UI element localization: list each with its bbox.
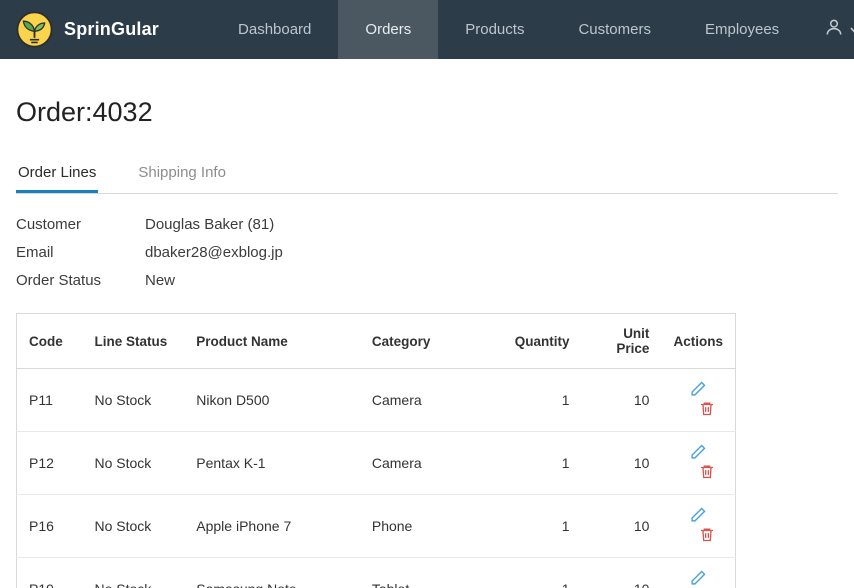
cell-line-status: No Stock — [82, 431, 185, 495]
order-status-label: Order Status — [16, 272, 102, 289]
cell-unit-price: 10 — [581, 494, 662, 558]
order-lines-table: Code Line Status Product Name Category Q… — [16, 313, 736, 588]
header-category: Category — [359, 313, 500, 369]
header-code: Code — [16, 313, 83, 369]
navbar: SprinGular Dashboard Orders Products Cus… — [0, 0, 854, 59]
cell-category: Camera — [359, 368, 500, 432]
edit-icon — [690, 443, 707, 463]
cell-quantity: 1 — [499, 431, 582, 495]
page-title: Order:4032 — [16, 97, 153, 127]
header-unit-price: Unit Price — [581, 313, 662, 369]
header-quantity: Quantity — [499, 313, 582, 369]
logo-icon — [16, 11, 53, 48]
cell-unit-price: 10 — [581, 431, 662, 495]
header-line-status: Line Status — [82, 313, 185, 369]
edit-button[interactable] — [690, 380, 707, 400]
cell-category: Tablet — [360, 558, 500, 588]
tab-order-lines[interactable]: Order Lines — [16, 154, 98, 193]
cell-category: Phone — [359, 494, 500, 558]
table-row: P11 No Stock Nikon D500 Camera 1 10 — [16, 368, 736, 432]
cell-unit-price: 10 — [581, 368, 662, 432]
edit-button[interactable] — [690, 506, 707, 526]
customer-value: Douglas Baker (81) — [145, 216, 275, 233]
user-menu[interactable] — [806, 0, 854, 59]
detail-row-order-status: Order Status New — [16, 272, 838, 289]
table-row: P12 No Stock Pentax K-1 Camera 1 10 — [16, 431, 736, 495]
nav-item-dashboard[interactable]: Dashboard — [211, 0, 338, 59]
cell-product-name: Apple iPhone 7 — [184, 494, 360, 558]
cell-line-status: No Stock — [82, 558, 184, 588]
cell-code: P19 — [17, 558, 83, 588]
header-product-name: Product Name — [184, 313, 360, 369]
cell-code: P11 — [16, 368, 83, 432]
cell-line-status: No Stock — [82, 368, 185, 432]
delete-icon — [699, 400, 715, 420]
tab-bar: Order Lines Shipping Info — [16, 154, 838, 194]
table-row: P19 No Stock Samasung Note Tablet 1 10 — [17, 558, 736, 588]
user-icon — [824, 17, 844, 42]
cell-line-status: No Stock — [82, 494, 185, 558]
nav-item-customers[interactable]: Customers — [551, 0, 678, 59]
main-content: Order:4032 Order Lines Shipping Info Cus… — [0, 97, 854, 588]
brand[interactable]: SprinGular — [0, 0, 181, 59]
email-value: dbaker28@exblog.jp — [145, 244, 283, 261]
nav-item-products[interactable]: Products — [438, 0, 551, 59]
delete-icon — [699, 463, 715, 483]
cell-category: Camera — [359, 431, 500, 495]
cell-quantity: 1 — [500, 558, 582, 588]
detail-row-email: Email dbaker28@exblog.jp — [16, 244, 838, 261]
edit-button[interactable] — [690, 569, 707, 588]
edit-icon — [690, 569, 707, 588]
page: SprinGular Dashboard Orders Products Cus… — [0, 0, 854, 588]
cell-quantity: 1 — [499, 368, 582, 432]
delete-icon — [699, 526, 715, 546]
cell-quantity: 1 — [499, 494, 582, 558]
nav-item-employees[interactable]: Employees — [678, 0, 806, 59]
order-status-value: New — [145, 272, 176, 289]
cell-product-name: Pentax K-1 — [184, 431, 360, 495]
cell-code: P16 — [16, 494, 83, 558]
table-row: P16 No Stock Apple iPhone 7 Phone 1 10 — [16, 494, 736, 558]
nav-item-orders[interactable]: Orders — [338, 0, 439, 59]
email-label: Email — [16, 244, 54, 261]
edit-icon — [690, 380, 707, 400]
delete-button[interactable] — [699, 400, 715, 420]
delete-button[interactable] — [699, 463, 715, 483]
main-nav: Dashboard Orders Products Customers Empl… — [211, 0, 806, 59]
cell-unit-price: 10 — [582, 558, 662, 588]
edit-icon — [690, 506, 707, 526]
delete-button[interactable] — [699, 526, 715, 546]
brand-name: SprinGular — [64, 19, 160, 39]
customer-label: Customer — [16, 216, 82, 233]
detail-row-customer: Customer Douglas Baker (81) — [16, 216, 838, 233]
tab-shipping-info[interactable]: Shipping Info — [136, 154, 228, 193]
cell-product-name: Nikon D500 — [184, 368, 360, 432]
cell-product-name: Samasung Note — [184, 558, 360, 588]
chevron-down-icon — [850, 21, 854, 39]
cell-code: P12 — [16, 431, 83, 495]
edit-button[interactable] — [690, 443, 707, 463]
table-header-row: Code Line Status Product Name Category Q… — [16, 313, 736, 369]
order-details: Customer Douglas Baker (81) Email dbaker… — [16, 216, 838, 289]
header-actions: Actions — [661, 313, 736, 369]
